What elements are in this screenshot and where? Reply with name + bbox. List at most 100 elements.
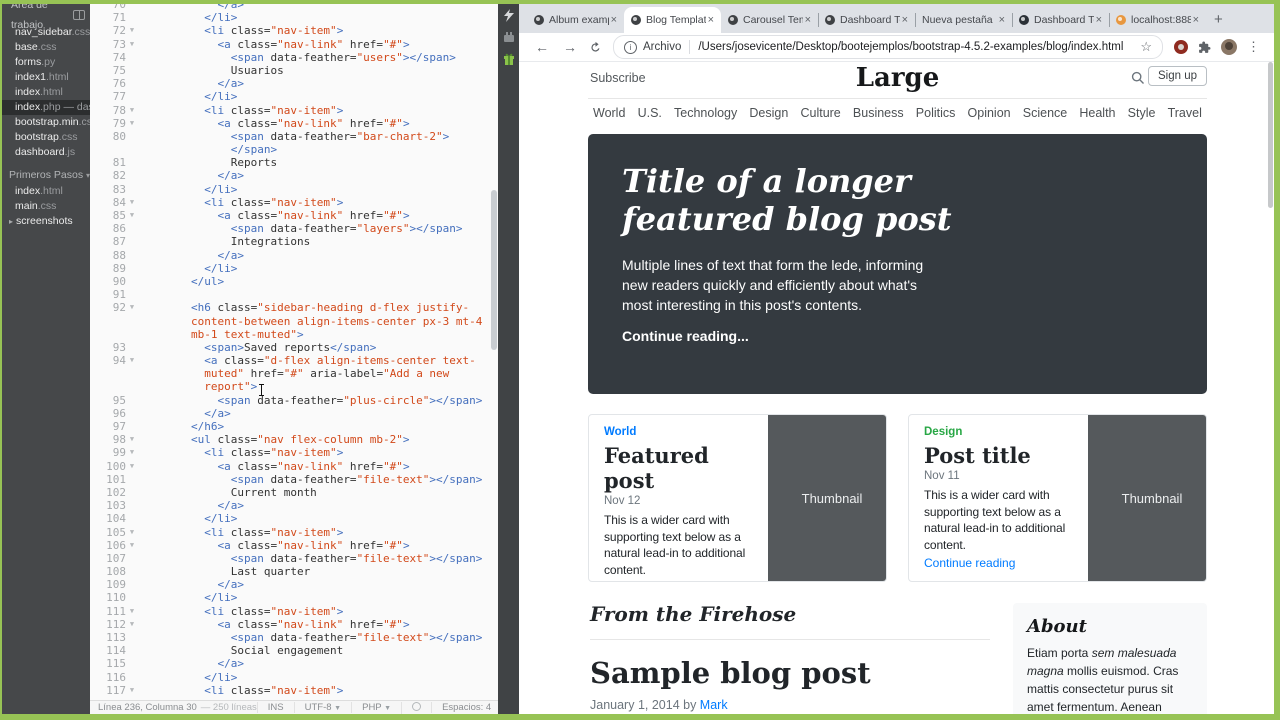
code-row[interactable]: report"> — [90, 380, 498, 393]
fold-arrow-icon[interactable]: ▼ — [126, 460, 138, 473]
browser-tab[interactable]: localhost:888 × — [1109, 7, 1206, 33]
blog-brand[interactable]: Large — [588, 63, 1207, 93]
tab-close-icon[interactable]: × — [611, 14, 617, 26]
fold-arrow-icon[interactable]: ▼ — [126, 684, 138, 697]
code-row[interactable]: 72 ▼ <li class="nav-item"> — [90, 24, 498, 37]
code-row[interactable]: 112 ▼ <a class="nav-link" href="#"> — [90, 618, 498, 631]
code-row[interactable]: 75 Usuarios — [90, 64, 498, 77]
code-row[interactable]: </span> — [90, 143, 498, 156]
fold-arrow-icon[interactable]: ▼ — [126, 38, 138, 51]
fold-arrow-icon[interactable]: ▼ — [126, 539, 138, 552]
code-row[interactable]: 73 ▼ <a class="nav-link" href="#"> — [90, 38, 498, 51]
browser-tab[interactable]: Album exampl× — [527, 7, 624, 33]
code-row[interactable]: 114 Social engagement — [90, 644, 498, 657]
code-row[interactable]: 91 — [90, 288, 498, 301]
tab-close-icon[interactable]: × — [1193, 14, 1199, 26]
category-link[interactable]: Science — [1023, 106, 1067, 120]
tab-close-icon[interactable]: × — [999, 14, 1005, 26]
category-link[interactable]: U.S. — [638, 106, 662, 120]
fold-arrow-icon[interactable]: ▼ — [126, 209, 138, 222]
code-row[interactable]: 95 <span data-feather="plus-circle"></sp… — [90, 394, 498, 407]
file-item[interactable]: bootstrap.min.css — [2, 115, 90, 130]
info-icon[interactable]: i — [624, 40, 637, 54]
extension-icon-button[interactable] — [498, 48, 519, 70]
tab-close-icon[interactable]: × — [1096, 14, 1102, 26]
code-row[interactable]: 84 ▼ <li class="nav-item"> — [90, 196, 498, 209]
code-row[interactable]: 115 </a> — [90, 657, 498, 670]
file-item[interactable]: base.css — [2, 40, 90, 55]
code-row[interactable]: 109 </a> — [90, 578, 498, 591]
browser-tab[interactable]: Dashboard Te × — [818, 7, 915, 33]
code-row[interactable]: 100 ▼ <a class="nav-link" href="#"> — [90, 460, 498, 473]
search-button[interactable] — [1131, 71, 1145, 90]
featured-post-title[interactable]: Title of a longer featured blog post — [622, 162, 952, 239]
code-row[interactable]: 70 </a> — [90, 4, 498, 11]
fold-arrow-icon[interactable]: ▼ — [126, 301, 138, 314]
bookmark-star-icon[interactable]: ☆ — [1140, 39, 1152, 55]
code-row[interactable]: 98 ▼ <ul class="nav flex-column mb-2"> — [90, 433, 498, 446]
continue-reading-link[interactable]: Continue reading — [604, 581, 764, 582]
lint-status[interactable] — [401, 701, 431, 714]
code-row[interactable]: 87 Integrations — [90, 235, 498, 248]
code-row[interactable]: 94 ▼ <a class="d-flex align-items-center … — [90, 354, 498, 367]
workspace-header[interactable]: Área de trabajo — [2, 4, 90, 31]
tab-close-icon[interactable]: × — [708, 14, 714, 26]
code-row[interactable]: 80 <span data-feather="bar-chart-2"> — [90, 130, 498, 143]
code-row[interactable]: 102 Current month — [90, 486, 498, 499]
folder-item-screenshots[interactable]: ▸ screenshots — [2, 214, 90, 229]
code-row[interactable]: 85 ▼ <a class="nav-link" href="#"> — [90, 209, 498, 222]
code-row[interactable]: 117 ▼ <li class="nav-item"> — [90, 684, 498, 697]
category-link[interactable]: Travel — [1168, 106, 1202, 120]
split-view-icon[interactable] — [73, 10, 85, 20]
category-link[interactable]: Culture — [800, 106, 840, 120]
post-card[interactable]: World Featured post Nov 12 This is a wider … — [588, 414, 887, 582]
file-item[interactable]: index1.html — [2, 70, 90, 85]
fold-arrow-icon[interactable]: ▼ — [126, 526, 138, 539]
folder-expand-icon[interactable]: ▸ — [9, 217, 13, 226]
code-row[interactable]: 101 <span data-feather="file-text"></spa… — [90, 473, 498, 486]
code-row[interactable]: mb-1 text-muted"> — [90, 328, 498, 341]
code-row[interactable]: 88 </a> — [90, 249, 498, 262]
code-row[interactable]: content-between align-items-center px-3 … — [90, 315, 498, 328]
continue-reading-link[interactable]: Continue reading... — [622, 328, 1173, 344]
reload-button[interactable] — [589, 41, 602, 54]
encoding-selector[interactable]: UTF-8 ▼ — [293, 702, 352, 713]
category-link[interactable]: Technology — [674, 106, 737, 120]
file-item[interactable]: index.php — dashbo — [2, 100, 90, 115]
code-row[interactable]: 81 Reports — [90, 156, 498, 169]
extensions-button[interactable] — [1198, 41, 1211, 54]
browser-scrollbar[interactable] — [1268, 62, 1273, 208]
code-area[interactable]: 70 </a> 71 </li> 72 ▼ <li class="nav-item">… — [90, 4, 498, 701]
live-preview-button[interactable] — [498, 4, 519, 26]
address-bar[interactable]: i Archivo /Users/josevicente/Desktop/boo… — [613, 35, 1163, 59]
file-item[interactable]: index.html — [2, 85, 90, 100]
code-row[interactable]: muted" href="#" aria-label="Add a new — [90, 367, 498, 380]
code-row[interactable]: 76 </a> — [90, 77, 498, 90]
code-row[interactable]: 93 <span>Saved reports</span> — [90, 341, 498, 354]
extension-manager-button[interactable] — [498, 26, 519, 48]
continue-reading-link[interactable]: Continue reading — [924, 556, 1084, 570]
code-row[interactable]: 116 </li> — [90, 671, 498, 684]
fold-arrow-icon[interactable]: ▼ — [126, 354, 138, 367]
code-row[interactable]: 89 </li> — [90, 262, 498, 275]
code-row[interactable]: 92 ▼ <h6 class="sidebar-heading d-flex ju… — [90, 301, 498, 314]
code-row[interactable]: 108 Last quarter — [90, 565, 498, 578]
language-selector[interactable]: PHP ▼ — [351, 702, 401, 713]
code-row[interactable]: 104 </li> — [90, 512, 498, 525]
code-row[interactable]: 110 </li> — [90, 591, 498, 604]
code-row[interactable]: 106 ▼ <a class="nav-link" href="#"> — [90, 539, 498, 552]
adblock-extension-button[interactable] — [1174, 40, 1188, 54]
spaces-setting[interactable]: Espacios: 4 — [431, 702, 501, 713]
code-row[interactable]: 96 </a> — [90, 407, 498, 420]
code-row[interactable]: 78 ▼ <li class="nav-item"> — [90, 104, 498, 117]
code-row[interactable]: 71 </li> — [90, 11, 498, 24]
category-link[interactable]: World — [593, 106, 625, 120]
category-link[interactable]: Design — [749, 106, 788, 120]
code-row[interactable]: 79 ▼ <a class="nav-link" href="#"> — [90, 117, 498, 130]
category-link[interactable]: Opinion — [968, 106, 1011, 120]
code-row[interactable]: 74 <span data-feather="users"></span> — [90, 51, 498, 64]
fold-arrow-icon[interactable]: ▼ — [126, 196, 138, 209]
category-link[interactable]: Health — [1079, 106, 1115, 120]
category-link[interactable]: Politics — [916, 106, 956, 120]
code-row[interactable]: 103 </a> — [90, 499, 498, 512]
